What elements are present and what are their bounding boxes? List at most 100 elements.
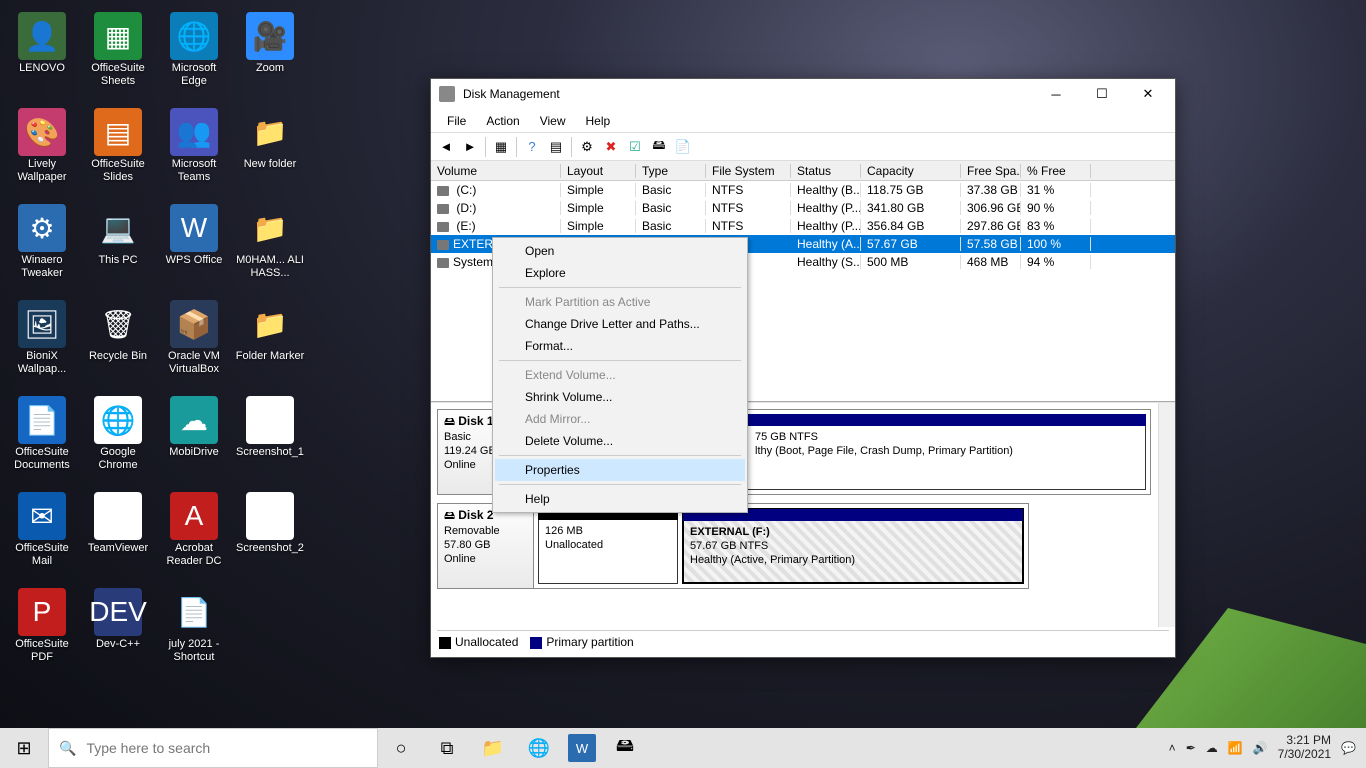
desktop-icon[interactable]: 🎥Zoom (232, 8, 308, 104)
drive-icon: 🖴 (444, 416, 455, 428)
col-volume[interactable]: Volume (431, 164, 561, 178)
disk2-unallocated[interactable]: 126 MB Unallocated (538, 508, 678, 584)
disk-pane-scrollbar[interactable] (1158, 403, 1175, 627)
desktop-icon[interactable]: ▤OfficeSuite Slides (80, 104, 156, 200)
menu-action[interactable]: Action (476, 112, 529, 130)
desktop-icon[interactable]: ☁MobiDrive (156, 392, 232, 488)
context-menu-item[interactable]: Change Drive Letter and Paths... (495, 313, 745, 335)
help-icon[interactable]: ? (521, 136, 543, 158)
icon-label: Recycle Bin (89, 350, 147, 363)
context-menu-item[interactable]: Explore (495, 262, 745, 284)
desktop-icon[interactable]: 👥Microsoft Teams (156, 104, 232, 200)
back-button[interactable]: ◄ (435, 136, 457, 158)
tray-volume-icon[interactable]: 🔊 (1253, 741, 1268, 755)
desktop-icon[interactable]: AAcrobat Reader DC (156, 488, 232, 584)
app-icon: ↔ (94, 492, 142, 540)
volume-row[interactable]: (C:)SimpleBasicNTFSHealthy (B...118.75 G… (431, 181, 1175, 199)
system-tray: ˄ ✒ ☁ 📶 🔊 3:21 PM 7/30/2021 💬 (1159, 734, 1366, 762)
context-menu-item[interactable]: Open (495, 240, 745, 262)
taskbar-chrome-icon[interactable]: 🌐 (516, 728, 562, 768)
icon-label: Folder Marker (236, 350, 304, 363)
context-menu-item[interactable]: Delete Volume... (495, 430, 745, 452)
taskbar-search[interactable]: 🔍 Type here to search (48, 728, 378, 768)
col-layout[interactable]: Layout (561, 164, 636, 178)
desktop-icon[interactable]: POfficeSuite PDF (4, 584, 80, 680)
taskbar-clock[interactable]: 3:21 PM 7/30/2021 (1278, 734, 1331, 762)
toolbar-settings-icon[interactable]: ⚙ (576, 136, 598, 158)
desktop-icon[interactable]: 🎨Lively Wallpaper (4, 104, 80, 200)
desktop-icon[interactable]: 🖼Screenshot_2 (232, 488, 308, 584)
disk-row-disk2[interactable]: 🖴 Disk 2 Removable 57.80 GB Online 126 M… (437, 503, 1029, 589)
desktop-icon[interactable]: 📁New folder (232, 104, 308, 200)
desktop-icon[interactable]: 🌐Google Chrome (80, 392, 156, 488)
menu-view[interactable]: View (530, 112, 576, 130)
tray-chevron-up-icon[interactable]: ˄ (1169, 741, 1176, 755)
desktop: 👤LENOVO▦OfficeSuite Sheets🌐Microsoft Edg… (0, 0, 310, 720)
forward-button[interactable]: ► (459, 136, 481, 158)
desktop-icon[interactable]: 📦Oracle VM VirtualBox (156, 296, 232, 392)
col-status[interactable]: Status (791, 164, 861, 178)
app-icon: 📁 (246, 204, 294, 252)
check-icon[interactable]: ☑ (624, 136, 646, 158)
desktop-icon[interactable]: 📄july 2021 - Shortcut (156, 584, 232, 680)
titlebar[interactable]: Disk Management ─ ☐ ✕ (431, 79, 1175, 109)
taskbar-diskmgmt-icon[interactable]: 🖴 (602, 728, 648, 768)
desktop-icon[interactable]: 💻This PC (80, 200, 156, 296)
app-icon: 📁 (246, 300, 294, 348)
delete-icon[interactable]: ✖ (600, 136, 622, 158)
disk2-external-partition[interactable]: EXTERNAL (F:) 57.67 GB NTFS Healthy (Act… (682, 508, 1024, 584)
desktop-icon[interactable]: 👤LENOVO (4, 8, 80, 104)
tray-wifi-icon[interactable]: 📶 (1228, 741, 1243, 755)
taskbar-wps-icon[interactable]: W (568, 734, 596, 762)
disk2-info: 🖴 Disk 2 Removable 57.80 GB Online (438, 504, 534, 588)
desktop-icon[interactable]: ▦OfficeSuite Sheets (80, 8, 156, 104)
minimize-button[interactable]: ─ (1033, 79, 1079, 109)
app-icon: 🎨 (18, 108, 66, 156)
notifications-icon[interactable]: 💬 (1341, 741, 1356, 755)
volume-row[interactable]: (D:)SimpleBasicNTFSHealthy (P...341.80 G… (431, 199, 1175, 217)
app-icon: 👥 (170, 108, 218, 156)
task-view-icon[interactable]: ⧉ (424, 728, 470, 768)
menu-file[interactable]: File (437, 112, 476, 130)
desktop-icon[interactable]: 🗑Recycle Bin (80, 296, 156, 392)
app-icon: 📁 (246, 108, 294, 156)
desktop-icon[interactable]: 📁M0HAM... ALI HASS... (232, 200, 308, 296)
col-capacity[interactable]: Capacity (861, 164, 961, 178)
tray-feather-icon[interactable]: ✒ (1186, 741, 1196, 755)
start-button[interactable]: ⊞ (0, 728, 48, 768)
icon-label: OfficeSuite Documents (6, 446, 78, 472)
col-filesystem[interactable]: File System (706, 164, 791, 178)
desktop-icon[interactable]: ↔TeamViewer (80, 488, 156, 584)
taskbar-explorer-icon[interactable]: 📁 (470, 728, 516, 768)
desktop-icon[interactable]: DEVDev-C++ (80, 584, 156, 680)
app-icon: 💻 (94, 204, 142, 252)
app-icon: ▤ (94, 108, 142, 156)
col-type[interactable]: Type (636, 164, 706, 178)
tray-onedrive-icon[interactable]: ☁ (1206, 741, 1218, 755)
toolbar-grid-icon[interactable]: ▦ (490, 136, 512, 158)
cortana-icon[interactable]: ○ (378, 728, 424, 768)
volume-row[interactable]: (E:)SimpleBasicNTFSHealthy (P...356.84 G… (431, 217, 1175, 235)
col-pctfree[interactable]: % Free (1021, 164, 1091, 178)
context-menu-item[interactable]: Shrink Volume... (495, 386, 745, 408)
desktop-icon[interactable]: 📄OfficeSuite Documents (4, 392, 80, 488)
desktop-icon[interactable]: 🖼BioniX Wallpap... (4, 296, 80, 392)
context-menu-item[interactable]: Properties (495, 459, 745, 481)
desktop-icon[interactable]: 🖼Screenshot_1 (232, 392, 308, 488)
desktop-icon[interactable]: 📁 Folder Marker (232, 296, 308, 392)
toolbar-drive-icon[interactable]: 🖴 (648, 136, 670, 158)
desktop-icon[interactable]: ✉OfficeSuite Mail (4, 488, 80, 584)
menu-help[interactable]: Help (576, 112, 621, 130)
close-button[interactable]: ✕ (1125, 79, 1171, 109)
context-menu-item[interactable]: Help (495, 488, 745, 510)
drive-icon (437, 204, 449, 214)
col-free[interactable]: Free Spa... (961, 164, 1021, 178)
maximize-button[interactable]: ☐ (1079, 79, 1125, 109)
toolbar-list-icon[interactable]: ▤ (545, 136, 567, 158)
desktop-icon[interactable]: 🌐Microsoft Edge (156, 8, 232, 104)
context-menu-item[interactable]: Format... (495, 335, 745, 357)
toolbar-refresh-icon[interactable]: 📄 (672, 136, 694, 158)
desktop-icon[interactable]: ⚙Winaero Tweaker (4, 200, 80, 296)
desktop-icon[interactable]: WWPS Office (156, 200, 232, 296)
app-icon: 🖼 (246, 492, 294, 540)
